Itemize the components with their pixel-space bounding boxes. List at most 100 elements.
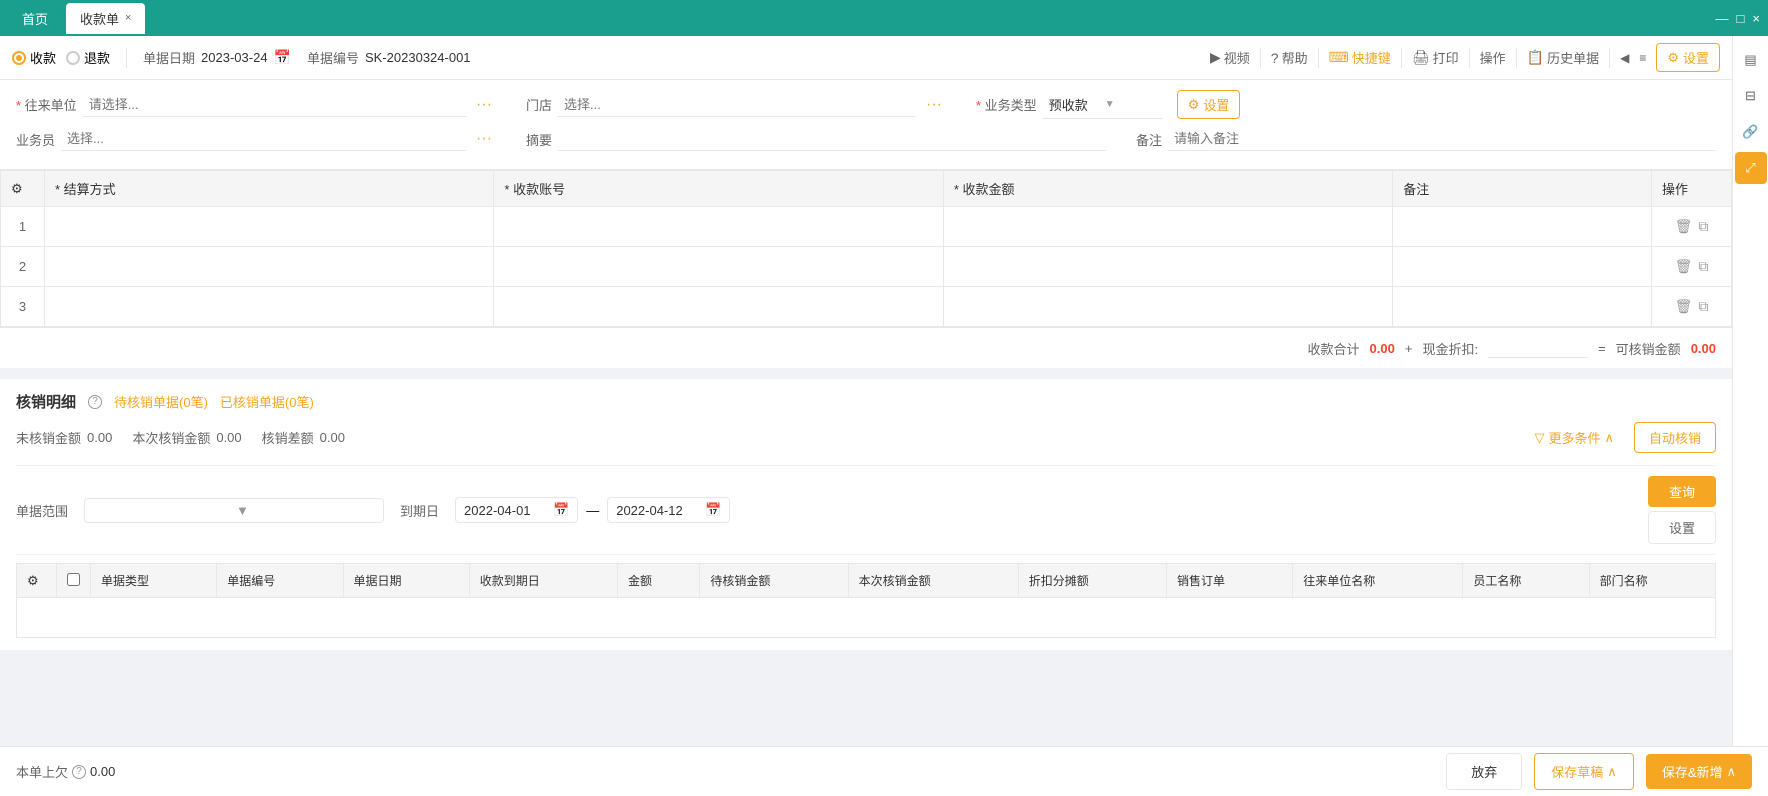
store-more-icon[interactable]: ··· — [922, 96, 946, 114]
col-settings-bottom[interactable]: ⚙ — [17, 564, 57, 598]
date-from-input[interactable]: 📅 — [455, 497, 578, 523]
select-all-checkbox[interactable] — [67, 573, 80, 586]
layout-icon[interactable]: ≡ — [1639, 51, 1646, 65]
minimize-btn[interactable]: — — [1716, 11, 1729, 26]
action-3: 🗑 ⧉ — [1652, 287, 1732, 327]
copy-row-3-btn[interactable]: ⧉ — [1698, 298, 1708, 315]
more-conditions-btn[interactable]: ▽ 更多条件 ∧ — [1534, 428, 1614, 447]
save-draft-btn[interactable]: 保存草稿 ∧ — [1534, 753, 1634, 790]
tab-home[interactable]: 首页 — [8, 3, 62, 34]
operate-label: 操作 — [1480, 48, 1506, 67]
settlement-1[interactable] — [45, 207, 494, 247]
gear-icon: ⚙ — [1667, 50, 1679, 66]
print-btn[interactable]: 🖨 打印 — [1412, 48, 1459, 67]
divider-7 — [1609, 48, 1610, 68]
date-to-value[interactable] — [616, 503, 701, 518]
biz-type-setting-btn[interactable]: ⚙ 设置 — [1177, 90, 1241, 119]
amount-3[interactable] — [943, 287, 1392, 327]
remarks-field: 备注 — [1136, 127, 1716, 151]
delete-row-2-btn[interactable]: 🗑 — [1675, 258, 1693, 275]
salesperson-field: 业务员 ··· — [16, 127, 496, 151]
sidebar-icon-3[interactable]: 🔗 — [1735, 116, 1767, 148]
history-btn[interactable]: 📋 历史单据 — [1527, 48, 1599, 67]
salesperson-input[interactable] — [61, 127, 466, 151]
tab-done[interactable]: 已核销单据(0笔) — [220, 392, 314, 411]
footer-spacer — [0, 650, 1732, 710]
more-conditions-label: 更多条件 — [1548, 428, 1600, 447]
account-2[interactable] — [494, 247, 943, 287]
balance-info-icon[interactable]: ? — [72, 765, 86, 779]
print-label: 打印 — [1433, 48, 1459, 67]
sidebar-icon-2[interactable]: ⊟ — [1735, 80, 1767, 112]
maximize-btn[interactable]: □ — [1737, 11, 1745, 26]
delete-row-3-btn[interactable]: 🗑 — [1675, 298, 1693, 315]
remarks-3[interactable] — [1393, 287, 1652, 327]
close-btn[interactable]: × — [1752, 11, 1760, 26]
account-1[interactable] — [494, 207, 943, 247]
store-input[interactable] — [558, 93, 916, 117]
calendar-to-icon[interactable]: 📅 — [705, 502, 721, 518]
calendar-from-icon[interactable]: 📅 — [553, 502, 569, 518]
sidebar-icon-4[interactable]: ⤢ — [1735, 152, 1767, 184]
save-draft-caret: ∧ — [1607, 764, 1617, 780]
tab-pending[interactable]: 待核销单据(0笔) — [114, 392, 208, 411]
save-new-label: 保存&新增 — [1662, 762, 1723, 781]
radio-refund[interactable]: 退款 — [66, 48, 110, 67]
query-btn[interactable]: 查询 — [1648, 476, 1716, 507]
right-sidebar: ▤ ⊟ 🔗 ⤢ — [1732, 36, 1768, 796]
total-label: 收款合计 — [1308, 339, 1360, 358]
remarks-input[interactable] — [1168, 127, 1716, 151]
diff-label: 核销差额 — [262, 428, 314, 447]
prev-btn[interactable]: ◀ — [1620, 51, 1629, 65]
remarks-1[interactable] — [1393, 207, 1652, 247]
biz-type-dropdown[interactable]: 预收款 ▼ — [1043, 91, 1163, 119]
discount-input[interactable] — [1488, 338, 1588, 358]
col-settlement-header: * 结算方式 — [45, 171, 494, 207]
help-btn[interactable]: ? 帮助 — [1271, 48, 1308, 67]
date-picker-icon[interactable]: 📅 — [274, 49, 291, 66]
account-3[interactable] — [494, 287, 943, 327]
settlement-2[interactable] — [45, 247, 494, 287]
divider-6 — [1516, 48, 1517, 68]
counterpart-field: * 往来单位 ··· — [16, 93, 496, 117]
table-row: 1 🗑 ⧉ — [1, 207, 1732, 247]
settlement-3[interactable] — [45, 287, 494, 327]
verify-info-icon[interactable]: ? — [88, 395, 102, 409]
setting-label-2: 设置 — [1203, 95, 1229, 114]
filter-setting-btn[interactable]: 设置 — [1648, 511, 1716, 544]
save-new-btn[interactable]: 保存&新增 ∧ — [1646, 754, 1752, 789]
sidebar-icon-1[interactable]: ▤ — [1735, 44, 1767, 76]
shortcut-btn[interactable]: ⌨ 快捷键 — [1329, 48, 1391, 67]
history-icon: 📋 — [1527, 49, 1544, 66]
summary-input[interactable] — [558, 127, 1106, 151]
operate-btn[interactable]: 操作 — [1480, 48, 1506, 67]
amount-2[interactable] — [943, 247, 1392, 287]
receipt-table: ⚙ * 结算方式 * 收款账号 * 收款金额 备注 操作 1 — [0, 170, 1732, 327]
video-btn[interactable]: ▶ 视频 — [1210, 48, 1250, 67]
tab-receipt[interactable]: 收款单 × — [66, 3, 145, 34]
copy-row-2-btn[interactable]: ⧉ — [1698, 258, 1708, 275]
copy-row-1-btn[interactable]: ⧉ — [1698, 218, 1708, 235]
tab-close-btn[interactable]: × — [125, 12, 131, 24]
abandon-btn[interactable]: 放弃 — [1446, 753, 1522, 790]
salesperson-more-icon[interactable]: ··· — [472, 130, 496, 148]
col-checkbox[interactable] — [57, 564, 91, 598]
range-select[interactable]: ▼ — [84, 498, 384, 523]
auto-verify-btn[interactable]: 自动核销 — [1634, 422, 1716, 453]
salesperson-label: 业务员 — [16, 130, 55, 149]
date-to-input[interactable]: 📅 — [607, 497, 730, 523]
remarks-2[interactable] — [1393, 247, 1652, 287]
col-settings-header[interactable]: ⚙ — [1, 171, 45, 207]
delete-row-1-btn[interactable]: 🗑 — [1675, 218, 1693, 235]
window-controls: — □ × — [1716, 11, 1760, 26]
setting-btn[interactable]: ⚙ 设置 — [1656, 43, 1720, 72]
col-current-header: 本次核销金额 — [848, 564, 1018, 598]
table-row: 3 🗑 ⧉ — [1, 287, 1732, 327]
amount-1[interactable] — [943, 207, 1392, 247]
radio-receipt[interactable]: 收款 — [12, 48, 56, 67]
date-from-value[interactable] — [464, 503, 549, 518]
help-label: 帮助 — [1282, 48, 1308, 67]
divider-1 — [126, 48, 127, 68]
counterpart-more-icon[interactable]: ··· — [472, 96, 496, 114]
counterpart-input[interactable] — [83, 93, 466, 117]
